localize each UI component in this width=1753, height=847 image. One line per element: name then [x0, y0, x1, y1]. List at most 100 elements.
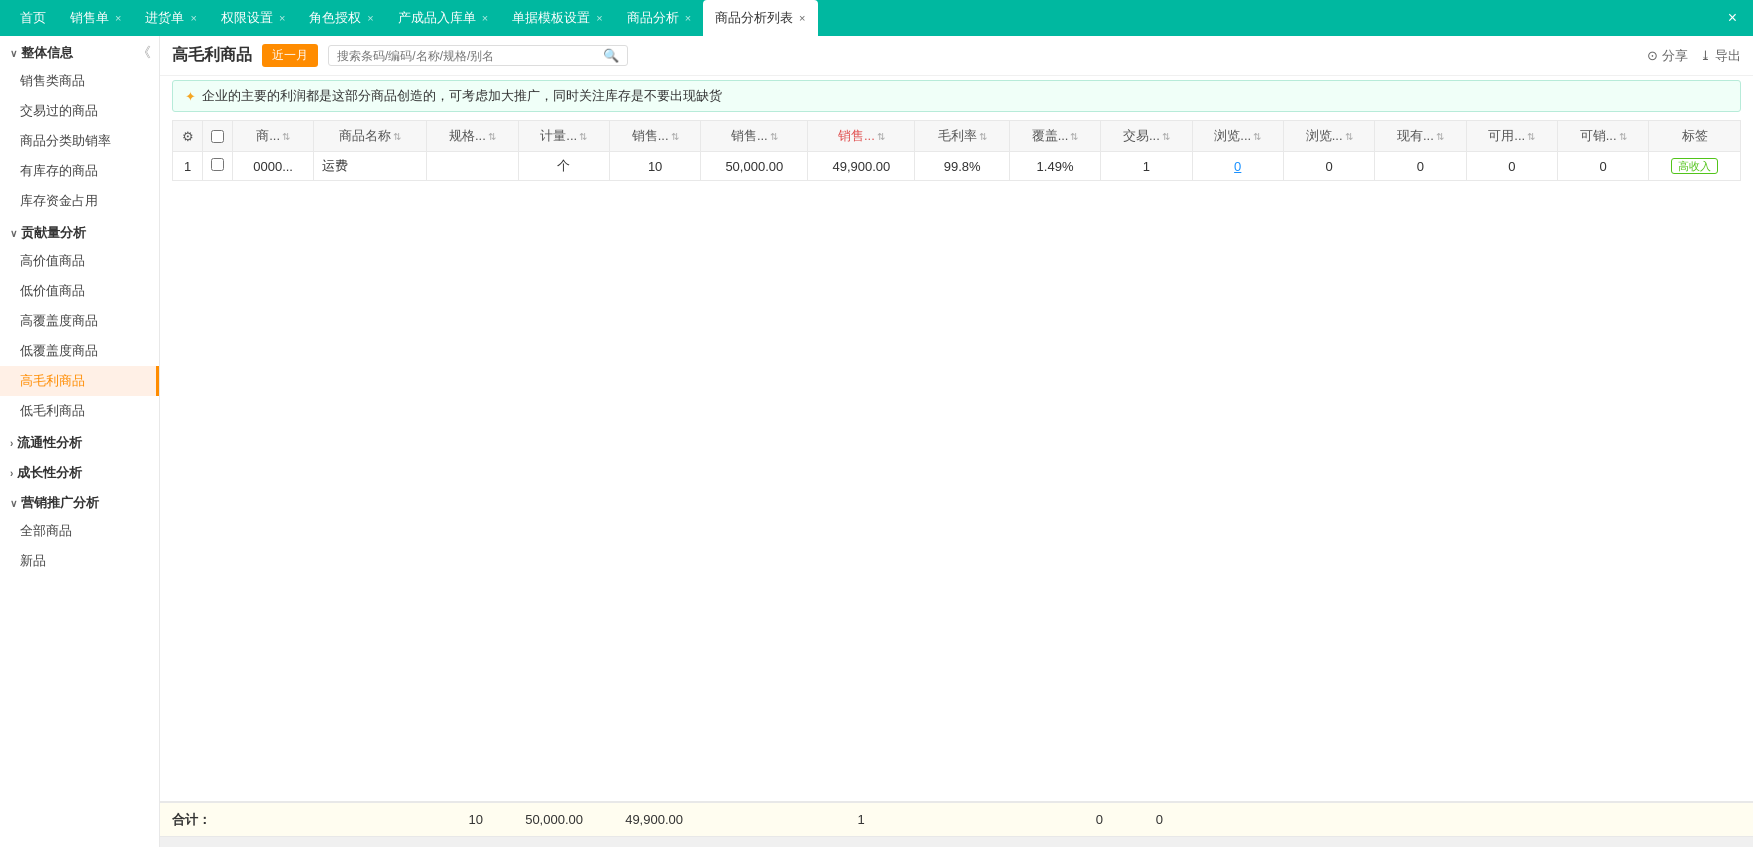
row-tag: 高收入 [1649, 152, 1741, 181]
period-button[interactable]: 近一月 [262, 44, 318, 67]
nav-tab-analysis-list[interactable]: 商品分析列表 × [703, 0, 817, 36]
table-row: 1 0000... 运费 个 10 50,000.00 49,900.00 99… [173, 152, 1741, 181]
row-checkbox[interactable] [211, 158, 224, 171]
select-all-checkbox[interactable] [211, 130, 224, 143]
tag-badge: 高收入 [1671, 158, 1718, 174]
close-purchase-tab[interactable]: × [190, 12, 196, 24]
close-analysis-list-tab[interactable]: × [799, 12, 805, 24]
col-current-stock[interactable]: 现有... ⇅ [1375, 121, 1466, 152]
close-product-in-tab[interactable]: × [482, 12, 488, 24]
nav-tab-home[interactable]: 首页 [8, 0, 58, 36]
table-wrapper[interactable]: ⚙ 商... ⇅ [172, 120, 1741, 801]
row-name: 运费 [314, 152, 427, 181]
search-box: 🔍 [328, 45, 628, 66]
export-icon: ⤓ [1700, 48, 1711, 63]
total-padding2 [891, 812, 1051, 827]
nav-tab-template[interactable]: 单据模板设置 × [500, 0, 614, 36]
sidebar-item-all-goods[interactable]: 全部商品 [0, 516, 159, 546]
sidebar-item-stocked-goods[interactable]: 有库存的商品 [0, 156, 159, 186]
sidebar-group-growth[interactable]: › 成长性分析 [0, 456, 159, 486]
nav-tab-roles[interactable]: 角色授权 × [297, 0, 385, 36]
row-coverage: 1.49% [1009, 152, 1100, 181]
export-button[interactable]: ⤓ 导出 [1700, 47, 1741, 65]
sort-sales-profit-icon: ⇅ [877, 131, 885, 142]
sort-sales-qty-icon: ⇅ [671, 131, 679, 142]
sidebar-group-overall[interactable]: ∨ 整体信息 [0, 36, 159, 66]
col-checkbox[interactable] [203, 121, 233, 152]
col-sellable[interactable]: 可销... ⇅ [1557, 121, 1648, 152]
close-template-tab[interactable]: × [596, 12, 602, 24]
sort-coverage-icon: ⇅ [1070, 131, 1078, 142]
sidebar-group-liquidity[interactable]: › 流通性分析 [0, 426, 159, 456]
data-table: ⚙ 商... ⇅ [172, 120, 1741, 181]
sidebar-item-high-value[interactable]: 高价值商品 [0, 246, 159, 276]
sidebar: 《 ∨ 整体信息 销售类商品 交易过的商品 商品分类助销率 有库存的商品 库存资… [0, 36, 160, 847]
close-sales-tab[interactable]: × [115, 12, 121, 24]
col-sales-profit[interactable]: 销售... ⇅ [808, 121, 915, 152]
sort-browse1-icon: ⇅ [1253, 131, 1261, 142]
bottom-scrollbar[interactable] [160, 837, 1753, 847]
col-sales-qty[interactable]: 销售... ⇅ [609, 121, 700, 152]
sidebar-item-high-coverage[interactable]: 高覆盖度商品 [0, 306, 159, 336]
sidebar-item-sales-goods[interactable]: 销售类商品 [0, 66, 159, 96]
col-browse2[interactable]: 浏览... ⇅ [1283, 121, 1374, 152]
row-checkbox-cell[interactable] [203, 152, 233, 181]
sort-name-icon: ⇅ [393, 131, 401, 142]
row-gross-margin: 99.8% [915, 152, 1009, 181]
total-cells: 10 50,000.00 49,900.00 1 0 0 [231, 812, 1171, 827]
col-browse1[interactable]: 浏览... ⇅ [1192, 121, 1283, 152]
col-settings[interactable]: ⚙ [173, 121, 203, 152]
col-code[interactable]: 商... ⇅ [233, 121, 314, 152]
col-name[interactable]: 商品名称 ⇅ [314, 121, 427, 152]
col-unit[interactable]: 计量... ⇅ [518, 121, 609, 152]
row-unit: 个 [518, 152, 609, 181]
nav-tab-product-in[interactable]: 产成品入库单 × [386, 0, 500, 36]
search-input[interactable] [337, 49, 599, 63]
sidebar-item-low-value[interactable]: 低价值商品 [0, 276, 159, 306]
sort-available-icon: ⇅ [1527, 131, 1535, 142]
content-header: 高毛利商品 近一月 🔍 ⊙ 分享 ⤓ 导出 [160, 36, 1753, 76]
sort-current-stock-icon: ⇅ [1436, 131, 1444, 142]
sidebar-collapse-btn[interactable]: 《 [137, 44, 151, 62]
sidebar-item-low-coverage[interactable]: 低覆盖度商品 [0, 336, 159, 366]
col-spec[interactable]: 规格... ⇅ [427, 121, 518, 152]
sidebar-item-traded-goods[interactable]: 交易过的商品 [0, 96, 159, 126]
footer-total: 合计： 10 50,000.00 49,900.00 1 0 0 [160, 801, 1753, 837]
page-title: 高毛利商品 [172, 45, 252, 66]
row-available: 0 [1466, 152, 1557, 181]
growth-arrow: › [10, 468, 13, 479]
nav-tab-permissions[interactable]: 权限设置 × [209, 0, 297, 36]
col-tag[interactable]: 标签 [1649, 121, 1741, 152]
nav-tab-sales[interactable]: 销售单 × [58, 0, 133, 36]
table-header-row: ⚙ 商... ⇅ [173, 121, 1741, 152]
share-button[interactable]: ⊙ 分享 [1647, 47, 1688, 65]
row-sales-amount: 50,000.00 [701, 152, 808, 181]
sort-trade-icon: ⇅ [1162, 131, 1170, 142]
col-trade[interactable]: 交易... ⇅ [1101, 121, 1192, 152]
sidebar-item-category-rate[interactable]: 商品分类助销率 [0, 126, 159, 156]
nav-tab-analysis[interactable]: 商品分析 × [615, 0, 703, 36]
close-permissions-tab[interactable]: × [279, 12, 285, 24]
header-actions: ⊙ 分享 ⤓ 导出 [1647, 47, 1741, 65]
total-available: 0 [1111, 812, 1171, 827]
nav-tab-purchase[interactable]: 进货单 × [133, 0, 208, 36]
sidebar-item-low-margin[interactable]: 低毛利商品 [0, 396, 159, 426]
col-available[interactable]: 可用... ⇅ [1466, 121, 1557, 152]
search-icon[interactable]: 🔍 [603, 48, 619, 63]
sort-sales-amount-icon: ⇅ [770, 131, 778, 142]
sidebar-group-marketing[interactable]: ∨ 营销推广分析 [0, 486, 159, 516]
close-roles-tab[interactable]: × [367, 12, 373, 24]
sidebar-group-contribution[interactable]: ∨ 贡献量分析 [0, 216, 159, 246]
col-coverage[interactable]: 覆盖... ⇅ [1009, 121, 1100, 152]
col-gross-margin[interactable]: 毛利率 ⇅ [915, 121, 1009, 152]
browse1-link[interactable]: 0 [1234, 159, 1241, 174]
col-sales-amount[interactable]: 销售... ⇅ [701, 121, 808, 152]
close-analysis-tab[interactable]: × [685, 12, 691, 24]
close-all-tabs[interactable]: × [1720, 9, 1745, 27]
sidebar-item-new-goods[interactable]: 新品 [0, 546, 159, 576]
row-browse1[interactable]: 0 [1192, 152, 1283, 181]
content-area: 高毛利商品 近一月 🔍 ⊙ 分享 ⤓ 导出 ✦ 企业的主要的利润都是这部分商品创… [160, 36, 1753, 847]
overall-arrow: ∨ [10, 48, 17, 59]
sidebar-item-high-margin[interactable]: 高毛利商品 [0, 366, 159, 396]
sidebar-item-capital-occupy[interactable]: 库存资金占用 [0, 186, 159, 216]
